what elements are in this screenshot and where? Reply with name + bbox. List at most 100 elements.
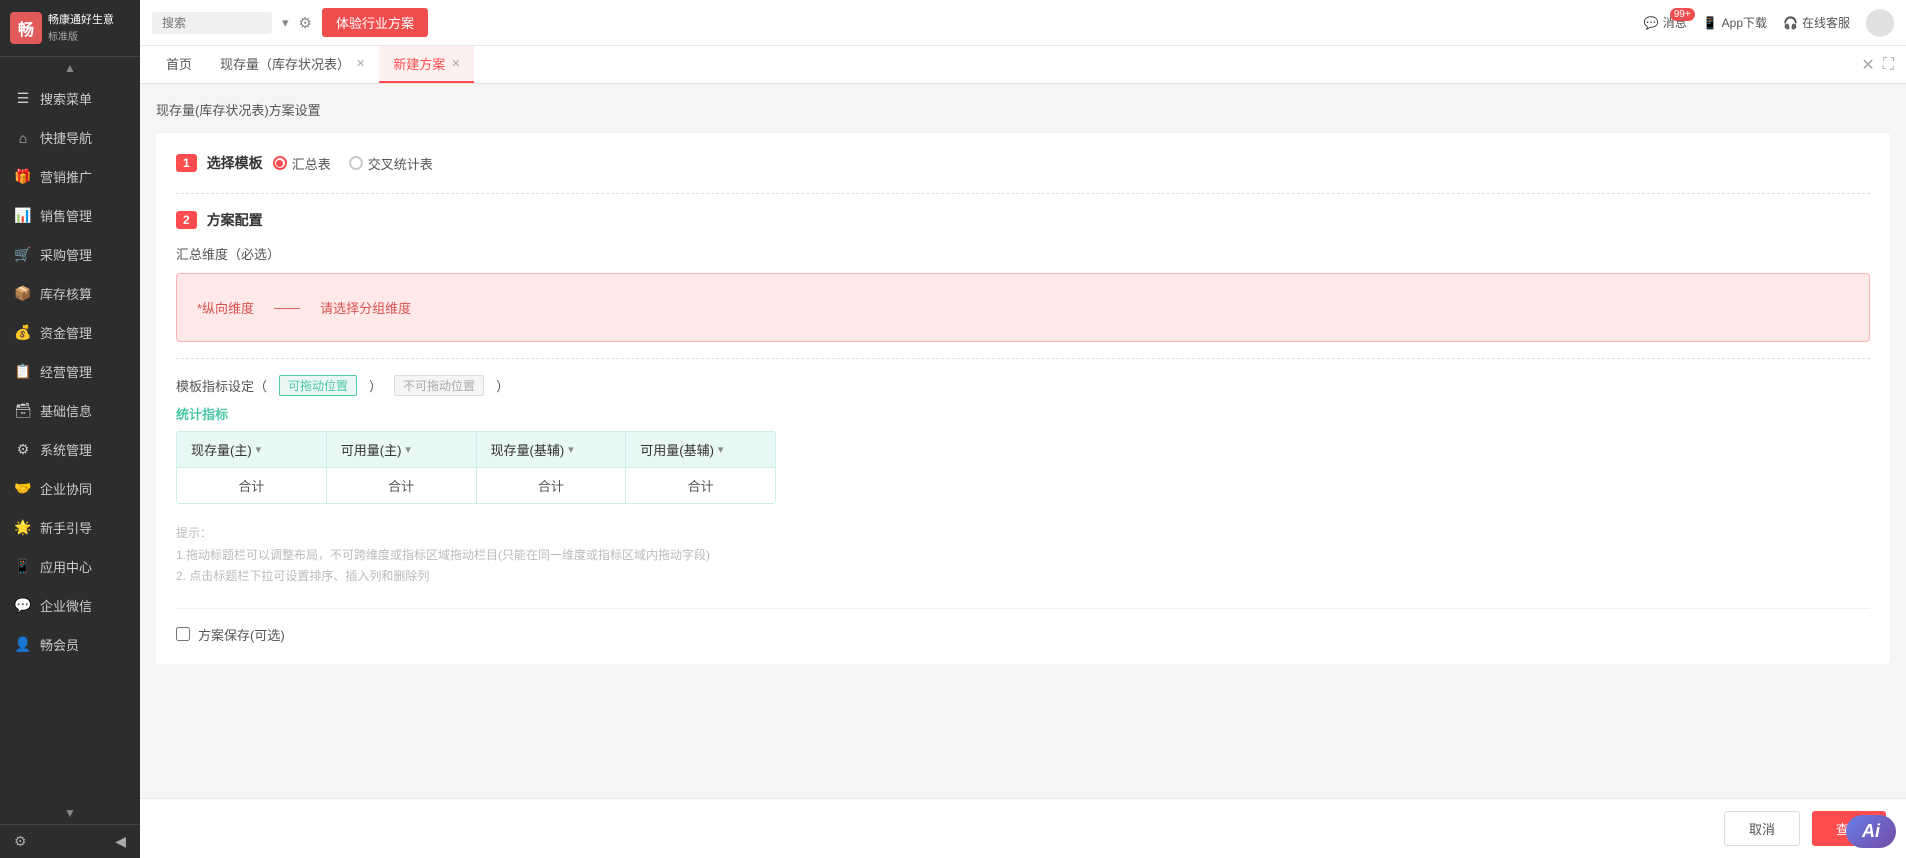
stats-col-2[interactable]: 现存量(基辅) ▾ xyxy=(477,432,627,467)
stats-col-3-label: 可用量(基辅) xyxy=(640,440,714,459)
step1-badge: 1 xyxy=(176,154,197,172)
tabs-close-button[interactable]: ✕ xyxy=(1861,55,1874,75)
app-version: 标准版 xyxy=(48,28,114,43)
sidebar-item-purchase[interactable]: 🛒 采购管理 xyxy=(0,235,140,274)
topbar: ▾ ⚙ 体验行业方案 💬 消息 99+ 📱 App下载 🎧 在线客服 xyxy=(140,0,1906,46)
sidebar-item-basic-info[interactable]: 🗃 基础信息 xyxy=(0,391,140,430)
sidebar-item-system[interactable]: ⚙ 系统管理 xyxy=(0,430,140,469)
dimension-label: 汇总维度（必选） xyxy=(176,244,1870,263)
sound-icon[interactable]: ◀ xyxy=(115,833,126,850)
col-3-dropdown-icon[interactable]: ▾ xyxy=(718,443,724,456)
dimension-box: *纵向维度 —— 请选择分组维度 xyxy=(176,273,1870,342)
headset-icon: 🎧 xyxy=(1783,16,1798,30)
step2-section: 2 方案配置 汇总维度（必选） *纵向维度 —— 请选择分组维度 模板指标设定（… xyxy=(176,210,1870,588)
system-icon: ⚙ xyxy=(14,441,32,459)
sidebar-item-app-center[interactable]: 📱 应用中心 xyxy=(0,547,140,586)
home-icon: ⌂ xyxy=(14,129,32,147)
sidebar-item-inventory[interactable]: 📦 库存核算 xyxy=(0,274,140,313)
search-menu-icon: ☰ xyxy=(14,90,32,108)
sidebar-item-marketing[interactable]: 🎁 营销推广 xyxy=(0,157,140,196)
wechat-icon: 💬 xyxy=(14,597,32,615)
search-input[interactable] xyxy=(152,12,272,34)
online-service-button[interactable]: 🎧 在线客服 xyxy=(1783,14,1850,31)
message-button[interactable]: 💬 消息 99+ xyxy=(1644,14,1687,31)
bottom-action-bar: 取消 查询 xyxy=(140,798,1906,858)
app-download-label: App下载 xyxy=(1722,14,1767,31)
topbar-settings-icon[interactable]: ⚙ xyxy=(299,14,312,32)
sidebar-item-wechat[interactable]: 💬 企业微信 xyxy=(0,586,140,625)
sidebar-item-member[interactable]: 👤 畅会员 xyxy=(0,625,140,664)
search-dropdown-icon[interactable]: ▾ xyxy=(282,15,289,31)
radio-summary-circle xyxy=(273,156,287,170)
sidebar-item-label-member: 畅会员 xyxy=(40,635,79,654)
inventory-icon: 📦 xyxy=(14,285,32,303)
indicator-setting-label2: ） xyxy=(369,376,382,395)
ai-badge[interactable]: Ai xyxy=(1846,815,1896,848)
draggable-badge: 可拖动位置 xyxy=(279,375,357,396)
sidebar-bottom: ⚙ ◀ xyxy=(0,824,140,858)
tab-inventory-status[interactable]: 现存量（库存状况表） ✕ xyxy=(206,46,379,83)
sidebar-scroll-up[interactable]: ▲ xyxy=(0,57,140,79)
trial-button[interactable]: 体验行业方案 xyxy=(322,8,428,37)
message-icon: 💬 xyxy=(1644,16,1659,30)
step2-title: 方案配置 xyxy=(207,210,263,230)
tab-inventory-close-icon[interactable]: ✕ xyxy=(356,57,365,70)
sidebar-item-label-inventory: 库存核算 xyxy=(40,284,92,303)
purchase-icon: 🛒 xyxy=(14,246,32,264)
sidebar-item-finance[interactable]: 💰 资金管理 xyxy=(0,313,140,352)
footer-save-row: 方案保存(可选) xyxy=(176,608,1870,644)
stats-col-1[interactable]: 可用量(主) ▾ xyxy=(327,432,477,467)
stats-table: 现存量(主) ▾ 可用量(主) ▾ 现存量(基辅) ▾ 可用量(基辅) xyxy=(176,431,776,504)
stats-header-row: 现存量(主) ▾ 可用量(主) ▾ 现存量(基辅) ▾ 可用量(基辅) xyxy=(177,432,775,467)
cancel-button[interactable]: 取消 xyxy=(1724,811,1800,846)
save-option-checkbox[interactable] xyxy=(176,627,190,641)
tab-home-label: 首页 xyxy=(166,54,192,73)
step2-badge: 2 xyxy=(176,211,197,229)
sidebar-item-label-sales: 销售管理 xyxy=(40,206,92,225)
sidebar-logo: 畅 畅康通好生意 标准版 xyxy=(0,0,140,57)
sidebar-scroll-down[interactable]: ▼ xyxy=(0,802,140,824)
sidebar-item-enterprise[interactable]: 🤝 企业协同 xyxy=(0,469,140,508)
tabs-actions: ✕ ⛶ xyxy=(1861,55,1894,75)
content-area: 现存量(库存状况表)方案设置 1 选择模板 汇总表 交叉统计表 xyxy=(140,84,1906,798)
online-service-label: 在线客服 xyxy=(1802,14,1850,31)
sidebar-item-operations[interactable]: 📋 经营管理 xyxy=(0,352,140,391)
sidebar-item-newbie[interactable]: 🌟 新手引导 xyxy=(0,508,140,547)
tabs-expand-button[interactable]: ⛶ xyxy=(1883,55,1894,75)
sidebar: 畅 畅康通好生意 标准版 ▲ ☰ 搜索菜单 ⌂ 快捷导航 🎁 营销推广 📊 销售… xyxy=(0,0,140,858)
col-0-dropdown-icon[interactable]: ▾ xyxy=(256,443,262,456)
radio-summary[interactable]: 汇总表 xyxy=(273,154,331,173)
sidebar-item-label-search-menu: 搜索菜单 xyxy=(40,89,92,108)
template-radio-group: 汇总表 交叉统计表 xyxy=(273,154,433,173)
col-1-dropdown-icon[interactable]: ▾ xyxy=(405,443,411,456)
sidebar-item-search-menu[interactable]: ☰ 搜索菜单 xyxy=(0,79,140,118)
stats-col-0[interactable]: 现存量(主) ▾ xyxy=(177,432,327,467)
tab-new-scheme[interactable]: 新建方案 ✕ xyxy=(379,46,474,83)
radio-cross[interactable]: 交叉统计表 xyxy=(349,154,433,173)
sidebar-item-sales[interactable]: 📊 销售管理 xyxy=(0,196,140,235)
tips-section: 提示： 1.拖动标题栏可以调整布局，不可跨维度或指标区域拖动栏目(只能在同一维度… xyxy=(176,523,1870,588)
sidebar-item-label-newbie: 新手引导 xyxy=(40,518,92,537)
stats-body-row: 合计 合计 合计 合计 xyxy=(177,467,775,503)
stats-col-3[interactable]: 可用量(基辅) ▾ xyxy=(626,432,775,467)
message-badge: 99+ xyxy=(1670,8,1695,21)
indicator-setting-row: 模板指标设定（ 可拖动位置 ） 不可拖动位置 ） xyxy=(176,375,1870,396)
stats-col-1-label: 可用量(主) xyxy=(341,440,402,459)
sidebar-item-label-basic-info: 基础信息 xyxy=(40,401,92,420)
col-2-dropdown-icon[interactable]: ▾ xyxy=(568,443,574,456)
tab-new-scheme-close-icon[interactable]: ✕ xyxy=(451,57,460,70)
finance-icon: 💰 xyxy=(14,324,32,342)
step2-header: 2 方案配置 xyxy=(176,210,1870,230)
logo-icon: 畅 xyxy=(10,12,42,44)
tab-new-scheme-label: 新建方案 xyxy=(393,54,445,73)
settings-bottom-icon[interactable]: ⚙ xyxy=(14,833,27,850)
sidebar-item-label-marketing: 营销推广 xyxy=(40,167,92,186)
user-avatar[interactable] xyxy=(1866,9,1894,37)
sidebar-item-label-purchase: 采购管理 xyxy=(40,245,92,264)
tab-home[interactable]: 首页 xyxy=(152,46,206,83)
stats-title: 统计指标 xyxy=(176,404,1870,423)
app-download-button[interactable]: 📱 App下载 xyxy=(1703,14,1767,31)
radio-cross-label: 交叉统计表 xyxy=(368,154,433,173)
stats-col-2-label: 现存量(基辅) xyxy=(491,440,565,459)
sidebar-item-quick-nav[interactable]: ⌂ 快捷导航 xyxy=(0,118,140,157)
